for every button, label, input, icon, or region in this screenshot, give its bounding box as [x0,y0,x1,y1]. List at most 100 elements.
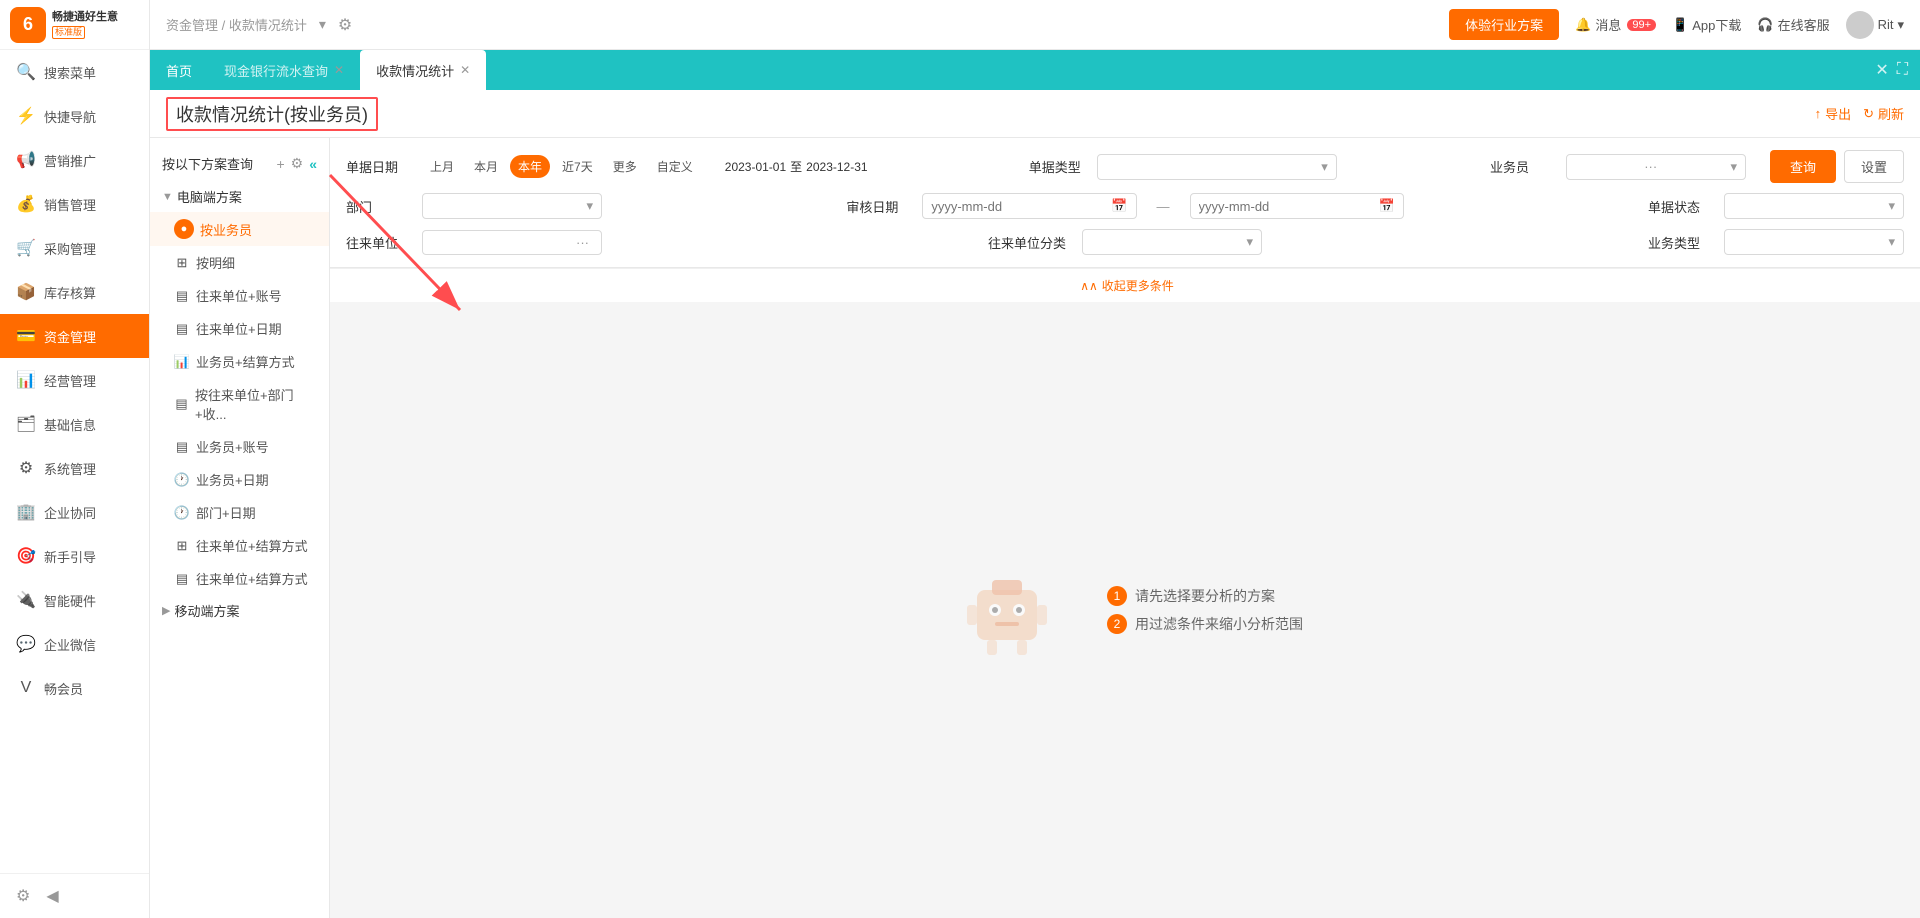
sidebar-item-purchase[interactable]: 🛒采购管理 [0,226,149,270]
tree-section-header-desktop[interactable]: ▼电脑端方案 [150,181,329,212]
breadcrumb-chevron-icon[interactable]: ▾ [319,16,326,33]
settings-footer-icon[interactable]: ⚙ [16,886,30,906]
enterprise-icon: 🏢 [16,502,36,522]
doc-type-select[interactable]: ▾ [1097,154,1337,180]
collapse-sidebar-icon[interactable]: ◀ [46,886,58,906]
tree-item-salesperson-date[interactable]: 🕐业务员+日期 [150,463,329,496]
scheme-settings-icon[interactable]: ⚙ [291,155,304,172]
logo-text: 畅捷通好生意 标准版 [52,10,118,40]
tree-item-unit-dept-collect[interactable]: ▤按往来单位+部门+收... [150,378,329,430]
doc-status-chevron-icon: ▾ [1888,198,1895,214]
tree-section-header-mobile[interactable]: ▶移动端方案 [150,595,329,626]
sidebar-item-wechat[interactable]: 💬企业微信 [0,622,149,666]
online-service-item[interactable]: 🎧 在线客服 [1757,15,1829,34]
biz-type-select[interactable]: ▾ [1724,229,1904,255]
date-tab-last7[interactable]: 近7天 [554,155,601,178]
partner-more-icon[interactable]: ··· [576,235,589,250]
dept-select[interactable]: ▾ [422,193,602,219]
tree-item-dept-date[interactable]: 🕐部门+日期 [150,496,329,529]
sidebar-item-operations[interactable]: 📊经营管理 [0,358,149,402]
filter-row-1: 单据日期 上月本月本年近7天更多自定义 2023-01-01 至 2023-12… [346,150,1904,183]
review-date-end-input[interactable]: 📅 [1190,193,1404,219]
sidebar-item-finance[interactable]: 💳资金管理 [0,314,149,358]
sidebar-item-quick-nav[interactable]: ⚡快捷导航 [0,94,149,138]
refresh-button[interactable]: ↻ 刷新 [1863,104,1904,123]
sidebar-item-system[interactable]: ⚙系统管理 [0,446,149,490]
tree-item-label-by-salesperson: 按业务员 [200,220,252,239]
review-date-start-input[interactable]: 📅 [922,193,1136,219]
sidebar-label-operations: 经营管理 [44,371,96,390]
demo-industry-button[interactable]: 体验行业方案 [1449,9,1559,40]
notifications-item[interactable]: 🔔 消息 99+ [1575,15,1656,34]
sidebar-label-guide: 新手引导 [44,547,96,566]
tab-close-bank-flow[interactable]: ✕ [334,63,344,77]
tip-2-text: 用过滤条件来缩小分析范围 [1135,614,1303,634]
maximize-window-icon[interactable]: ⛶ [1897,61,1908,79]
filter-area: 单据日期 上月本月本年近7天更多自定义 2023-01-01 至 2023-12… [330,138,1920,268]
date-tab-last-month[interactable]: 上月 [422,155,462,178]
export-button[interactable]: ↑ 导出 [1815,104,1852,123]
settings-button[interactable]: 设置 [1844,150,1904,183]
date-tab-this-year[interactable]: 本年 [510,155,550,178]
tab-home[interactable]: 首页 [150,50,208,90]
collapse-bar[interactable]: ∧∧ 收起更多条件 [330,268,1920,302]
empty-tip-1: 1 请先选择要分析的方案 [1107,586,1303,606]
tree-item-salesperson-settle[interactable]: 📊业务员+结算方式 [150,345,329,378]
sidebar-label-sales: 销售管理 [44,195,96,214]
doc-status-select[interactable]: ▾ [1724,193,1904,219]
partner-category-chevron-icon: ▾ [1246,234,1253,250]
user-info-item[interactable]: Rit ▾ [1846,11,1904,39]
tree-item-unit-date[interactable]: ▤往来单位+日期 [150,312,329,345]
date-tab-this-month[interactable]: 本月 [466,155,506,178]
collapse-panel-icon[interactable]: « [309,156,317,172]
sidebar-item-search[interactable]: 🔍搜索菜单 [0,50,149,94]
page-header: 收款情况统计(按业务员) ↑ 导出 ↻ 刷新 [150,90,1920,138]
salesperson-account-icon: ▤ [174,439,190,455]
close-window-icon[interactable]: ✕ [1875,60,1888,80]
notifications-badge: 99+ [1627,19,1656,31]
tab-label-collection-stats: 收款情况统计 [376,61,454,80]
sidebar-item-marketing[interactable]: 📢营销推广 [0,138,149,182]
partner-select[interactable]: ··· [422,230,602,255]
tab-close-collection-stats[interactable]: ✕ [460,63,470,77]
review-date-start-field[interactable] [931,199,1107,214]
salesperson-select[interactable]: ··· ▾ [1566,154,1746,180]
query-button[interactable]: 查询 [1770,150,1836,183]
sidebar-label-inventory: 库存核算 [44,283,96,302]
add-scheme-icon[interactable]: + [276,156,284,172]
phone-icon: 📱 [1672,17,1688,33]
tree-item-salesperson-account[interactable]: ▤业务员+账号 [150,430,329,463]
tree-item-unit-account[interactable]: ▤往来单位+账号 [150,279,329,312]
sidebar-item-member[interactable]: V畅会员 [0,666,149,710]
tree-item-unit-settle1[interactable]: ⊞往来单位+结算方式 [150,529,329,562]
partner-category-select[interactable]: ▾ [1082,229,1262,255]
date-label: 单据日期 [346,157,406,176]
tab-collection-stats[interactable]: 收款情况统计 ✕ [360,50,486,90]
calendar-start-icon[interactable]: 📅 [1111,198,1127,214]
tree-item-label-unit-date: 往来单位+日期 [196,319,282,338]
sidebar-item-basic-info[interactable]: 🗂基础信息 [0,402,149,446]
date-tab-more[interactable]: 更多 [605,155,645,178]
tree-item-by-salesperson[interactable]: ●按业务员 [150,212,329,246]
tree-item-unit-settle2[interactable]: ▤往来单位+结算方式 [150,562,329,595]
sidebar-item-inventory[interactable]: 📦库存核算 [0,270,149,314]
page-header-actions: ↑ 导出 ↻ 刷新 [1815,104,1904,123]
tab-bank-flow[interactable]: 现金银行流水查询✕ [208,50,360,90]
avatar [1846,11,1874,39]
finance-icon: 💳 [16,326,36,346]
online-service-label: 在线客服 [1778,15,1830,34]
partner-category-label: 往来单位分类 [988,233,1066,252]
calendar-end-icon[interactable]: 📅 [1379,198,1395,214]
topbar-gear-icon[interactable]: ⚙ [338,15,352,35]
doc-status-label: 单据状态 [1648,197,1708,216]
tree-item-by-detail[interactable]: ⊞按明细 [150,246,329,279]
review-date-end-field[interactable] [1199,199,1375,214]
salesperson-more-icon[interactable]: ··· [1644,159,1657,174]
sidebar-item-enterprise[interactable]: 🏢企业协同 [0,490,149,534]
sidebar-item-sales[interactable]: 💰销售管理 [0,182,149,226]
sidebar-item-smart-hw[interactable]: 🔌智能硬件 [0,578,149,622]
sidebar-item-guide[interactable]: 🎯新手引导 [0,534,149,578]
date-tab-custom[interactable]: 自定义 [649,155,701,178]
app-download-item[interactable]: 📱 App下载 [1672,15,1741,34]
page-title: 收款情况统计(按业务员) [166,97,378,131]
